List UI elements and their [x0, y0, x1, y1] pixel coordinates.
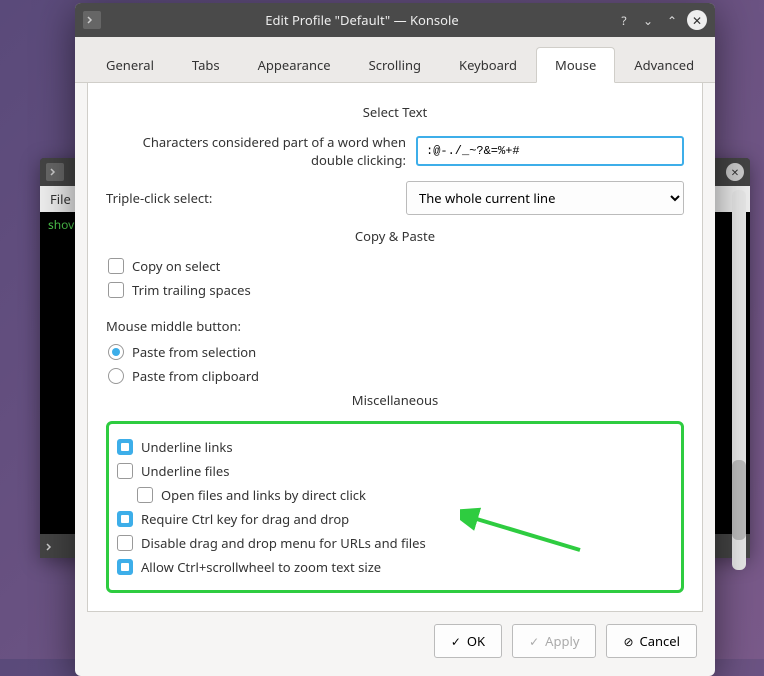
ctrl-scroll-zoom-label: Allow Ctrl+scrollwheel to zoom text size — [141, 558, 381, 576]
require-ctrl-row[interactable]: Require Ctrl key for drag and drop — [115, 510, 675, 528]
triple-click-label: Triple-click select: — [106, 189, 396, 207]
underline-links-checkbox[interactable] — [117, 439, 133, 455]
trim-trailing-row[interactable]: Trim trailing spaces — [106, 281, 684, 299]
cancel-button[interactable]: ⊘ Cancel — [606, 624, 697, 658]
tab-tabs[interactable]: Tabs — [173, 47, 239, 82]
underline-links-row[interactable]: Underline links — [115, 438, 675, 456]
open-direct-label: Open files and links by direct click — [161, 486, 366, 504]
copy-on-select-label: Copy on select — [132, 257, 220, 275]
paste-clipboard-row[interactable]: Paste from clipboard — [106, 367, 684, 385]
paste-selection-row[interactable]: Paste from selection — [106, 343, 684, 361]
disable-dnd-checkbox[interactable] — [117, 535, 133, 551]
underline-links-label: Underline links — [141, 438, 233, 456]
triple-click-row: Triple-click select: The whole current l… — [106, 181, 684, 215]
maximize-icon[interactable]: ⌃ — [663, 11, 681, 29]
apply-label: Apply — [545, 632, 579, 650]
terminal-icon — [46, 535, 56, 557]
section-misc: Miscellaneous — [106, 391, 684, 409]
help-icon[interactable]: ? — [615, 11, 633, 29]
tab-content: Select Text Characters considered part o… — [87, 83, 703, 612]
tab-scrolling[interactable]: Scrolling — [350, 47, 440, 82]
disable-dnd-label: Disable drag and drop menu for URLs and … — [141, 534, 426, 552]
ok-label: OK — [467, 632, 485, 650]
close-icon[interactable]: ✕ — [687, 10, 707, 30]
open-direct-row[interactable]: Open files and links by direct click — [115, 486, 675, 504]
minimize-icon[interactable]: ⌄ — [639, 11, 657, 29]
section-select-text: Select Text — [106, 103, 684, 121]
open-direct-checkbox[interactable] — [137, 487, 153, 503]
tab-keyboard[interactable]: Keyboard — [440, 47, 536, 82]
app-icon — [83, 11, 101, 29]
word-chars-row: Characters considered part of a word whe… — [106, 133, 684, 169]
page-scrollbar-thumb[interactable] — [732, 460, 746, 540]
check-icon: ✓ — [451, 633, 461, 650]
ctrl-scroll-zoom-checkbox[interactable] — [117, 559, 133, 575]
section-copy-paste: Copy & Paste — [106, 227, 684, 245]
trim-trailing-checkbox[interactable] — [108, 282, 124, 298]
require-ctrl-checkbox[interactable] — [117, 511, 133, 527]
dialog-footer: ✓ OK ✓ Apply ⊘ Cancel — [75, 624, 715, 676]
triple-click-select[interactable]: The whole current line — [406, 181, 684, 215]
bg-close-icon[interactable]: ✕ — [726, 163, 744, 181]
underline-files-row[interactable]: Underline files — [115, 462, 675, 480]
cancel-icon: ⊘ — [623, 633, 633, 650]
paste-selection-radio[interactable] — [108, 344, 124, 360]
underline-files-label: Underline files — [141, 462, 229, 480]
disable-dnd-row[interactable]: Disable drag and drop menu for URLs and … — [115, 534, 675, 552]
bg-prompt-text: shov — [48, 216, 74, 233]
edit-profile-dialog: Edit Profile "Default" — Konsole ? ⌄ ⌃ ✕… — [75, 3, 715, 676]
ctrl-scroll-zoom-row[interactable]: Allow Ctrl+scrollwheel to zoom text size — [115, 558, 675, 576]
paste-selection-label: Paste from selection — [132, 343, 256, 361]
require-ctrl-label: Require Ctrl key for drag and drop — [141, 510, 349, 528]
copy-on-select-row[interactable]: Copy on select — [106, 257, 684, 275]
tab-advanced[interactable]: Advanced — [615, 47, 713, 82]
word-chars-input[interactable] — [416, 136, 684, 166]
apply-button[interactable]: ✓ Apply — [512, 624, 596, 658]
paste-clipboard-label: Paste from clipboard — [132, 367, 259, 385]
tab-general[interactable]: General — [87, 47, 173, 82]
annotation-highlight: Underline links Underline files Open fil… — [106, 421, 684, 593]
dialog-titlebar[interactable]: Edit Profile "Default" — Konsole ? ⌄ ⌃ ✕ — [75, 3, 715, 37]
paste-clipboard-radio[interactable] — [108, 368, 124, 384]
word-chars-label: Characters considered part of a word whe… — [106, 133, 406, 169]
copy-on-select-checkbox[interactable] — [108, 258, 124, 274]
middle-button-label: Mouse middle button: — [106, 317, 684, 335]
tab-mouse[interactable]: Mouse — [536, 47, 615, 83]
check-icon: ✓ — [529, 633, 539, 650]
underline-files-checkbox[interactable] — [117, 463, 133, 479]
cancel-label: Cancel — [640, 632, 680, 650]
dialog-title: Edit Profile "Default" — Konsole — [109, 11, 615, 29]
trim-trailing-label: Trim trailing spaces — [132, 281, 251, 299]
tab-bar: General Tabs Appearance Scrolling Keyboa… — [75, 37, 715, 83]
terminal-icon — [46, 163, 64, 181]
tab-appearance[interactable]: Appearance — [239, 47, 350, 82]
ok-button[interactable]: ✓ OK — [434, 624, 502, 658]
